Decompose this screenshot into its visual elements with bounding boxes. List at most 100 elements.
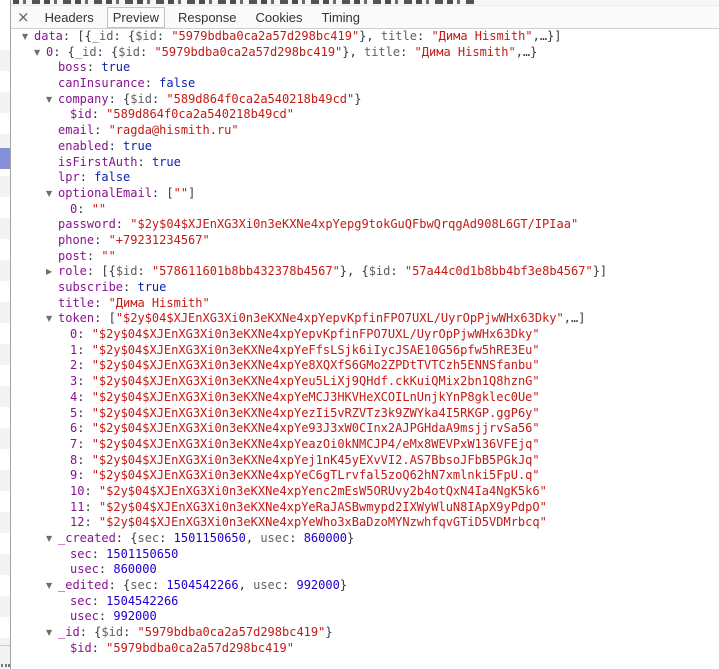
expand-arrow-down-icon[interactable]: ▼ (46, 311, 58, 327)
tree-row[interactable]: 3: "$2y$04$XJEnXG3Xi0n3eKXNe4xpYeu5LiXj9… (12, 374, 719, 390)
string-value: "$2y$04$XJEnXG3Xi0n3eKXNe4xpYej1nK45yEXv… (91, 452, 540, 467)
tree-row[interactable]: boss: true (12, 60, 719, 76)
string-value: "Дима Hismith" (108, 295, 210, 310)
tree-row[interactable]: 9: "$2y$04$XJEnXG3Xi0n3eKXNe4xpYeC6gTLrv… (12, 468, 719, 484)
summary-key: $id (130, 91, 152, 106)
tree-row[interactable]: ▼ token: ["$2y$04$XJEnXG3Xi0n3eKXNe4xpYep… (12, 311, 719, 327)
punctuation: : [ (151, 185, 174, 200)
tree-row[interactable]: 4: "$2y$04$XJEnXG3Xi0n3eKXNe4xpYeMCJ3HKV… (12, 390, 719, 406)
string-value: "ragda@hismith.ru" (108, 123, 239, 138)
tree-row[interactable]: ▼ _id: {$id: "5979bdba0ca2a57d298bc419"} (12, 625, 719, 641)
summary-key: _id (74, 44, 97, 59)
punctuation: ,…] (563, 311, 586, 326)
string-value: "$2y$04$XJEnXG3Xi0n3eKXNe4xpYeMCJ3HKVHeX… (91, 389, 540, 404)
punctuation: : (98, 609, 114, 624)
expand-arrow-down-icon[interactable]: ▼ (46, 625, 58, 641)
tree-row[interactable]: 6: "$2y$04$XJEnXG3Xi0n3eKXNe4xpYe93J3xW0… (12, 421, 719, 437)
request-list-edge (0, 0, 11, 669)
json-tree: ▼ data: [{_id: {$id: "5979bdba0ca2a57d298… (12, 29, 719, 657)
expand-arrow-down-icon[interactable]: ▼ (46, 186, 58, 202)
expand-arrow-down-icon[interactable]: ▼ (46, 578, 58, 594)
tree-row[interactable]: isFirstAuth: true (12, 155, 719, 171)
punctuation: : (416, 29, 432, 43)
expand-arrow-down-icon[interactable]: ▼ (46, 531, 58, 547)
punctuation: : (137, 154, 152, 169)
punctuation: : (139, 44, 155, 59)
json-key: 12 (70, 515, 85, 530)
tree-row[interactable]: 7: "$2y$04$XJEnXG3Xi0n3eKXNe4xpYeazOi0kN… (12, 437, 719, 453)
tree-row[interactable]: 8: "$2y$04$XJEnXG3Xi0n3eKXNe4xpYej1nK45y… (12, 453, 719, 469)
number-value: 1501150650 (173, 531, 246, 545)
tab-cookies[interactable]: Cookies (250, 7, 309, 28)
tree-row[interactable]: enabled: true (12, 139, 719, 155)
expand-arrow-down-icon[interactable]: ▼ (46, 92, 58, 108)
tree-row[interactable]: subscribe: true (12, 280, 719, 296)
tree-row[interactable]: 1: "$2y$04$XJEnXG3Xi0n3eKXNe4xpYeFfsLSjk… (12, 343, 719, 359)
string-value: "$2y$04$XJEnXG3Xi0n3eKXNe4xpYepg9tokGuQF… (130, 217, 579, 232)
selected-request-row[interactable] (0, 148, 10, 169)
tab-timing[interactable]: Timing (315, 7, 366, 28)
punctuation: : (84, 515, 99, 530)
json-key: $id (70, 640, 92, 655)
tree-row[interactable]: sec: 1501150650 (12, 547, 719, 563)
tree-row[interactable]: 0: "$2y$04$XJEnXG3Xi0n3eKXNe4xpYepvKpfin… (12, 327, 719, 343)
tree-row[interactable]: 0: "" (12, 202, 719, 218)
punctuation: : (137, 264, 152, 279)
tree-row[interactable]: 10: "$2y$04$XJEnXG3Xi0n3eKXNe4xpYenc2mEs… (12, 484, 719, 500)
tree-row[interactable]: $id: "5979bdba0ca2a57d298bc419" (12, 641, 719, 657)
boolean-value: true (137, 280, 167, 294)
tree-row[interactable]: ▼ _edited: {sec: 1504542266, usec: 992000… (12, 578, 719, 594)
string-value: "$2y$04$XJEnXG3Xi0n3eKXNe4xpYezIi5vRZVTz… (91, 405, 540, 420)
tree-row[interactable]: $id: "589d864f0ca2a540218b49cd" (12, 107, 719, 123)
summary-key: sec (137, 531, 160, 545)
string-value: "" (101, 248, 116, 263)
tree-row[interactable]: sec: 1504542266 (12, 594, 719, 610)
expand-arrow-right-icon[interactable]: ▶ (46, 264, 58, 280)
json-key: 11 (70, 499, 85, 514)
tree-row[interactable]: title: "Дима Hismith" (12, 296, 719, 312)
expand-arrow-down-icon[interactable]: ▼ (34, 45, 46, 61)
tree-row[interactable]: ▼ 0: {_id: {$id: "5979bdba0ca2a57d298bc41… (12, 45, 719, 61)
json-key: company (58, 91, 109, 106)
tree-row[interactable]: usec: 992000 (12, 609, 719, 625)
tree-row[interactable]: ▶ role: [{$id: "578611601b8bb432378b4567"… (12, 264, 719, 280)
punctuation: : (151, 91, 167, 106)
string-value: "$2y$04$XJEnXG3Xi0n3eKXNe4xpYepvKpfinFPO… (91, 327, 540, 342)
punctuation: ,…} (515, 44, 538, 59)
tree-row[interactable]: 2: "$2y$04$XJEnXG3Xi0n3eKXNe4xpYe8XQXfS6… (12, 358, 719, 374)
string-value: "$2y$04$XJEnXG3Xi0n3eKXNe4xpYe93J3xW0CIn… (91, 421, 540, 436)
tree-row[interactable]: 11: "$2y$04$XJEnXG3Xi0n3eKXNe4xpYeRaJASB… (12, 500, 719, 516)
preview-panel: ▼ data: [{_id: {$id: "5979bdba0ca2a57d298… (12, 29, 719, 669)
tab-headers[interactable]: Headers (39, 7, 100, 28)
clipped-text-fragment (13, 0, 475, 4)
tree-row[interactable]: 12: "$2y$04$XJEnXG3Xi0n3eKXNe4xpYeWho3xB… (12, 515, 719, 531)
json-key: data (34, 29, 63, 43)
tree-row[interactable]: ▼ _created: {sec: 1501150650, usec: 86000… (12, 531, 719, 547)
tab-preview[interactable]: Preview (106, 6, 165, 28)
tree-row[interactable]: usec: 860000 (12, 562, 719, 578)
expand-arrow-down-icon[interactable]: ▼ (22, 29, 34, 45)
tree-row[interactable]: email: "ragda@hismith.ru" (12, 123, 719, 139)
punctuation: : (151, 578, 167, 593)
tree-row[interactable]: ▼ optionalEmail: [""] (12, 186, 719, 202)
string-value: "" (173, 185, 189, 200)
json-key: isFirstAuth (58, 154, 138, 169)
number-value: 1501150650 (106, 546, 179, 561)
tree-row[interactable]: password: "$2y$04$XJEnXG3Xi0n3eKXNe4xpYe… (12, 217, 719, 233)
tab-response[interactable]: Response (172, 7, 243, 28)
json-key: title (58, 295, 95, 310)
string-value: "589d864f0ca2a540218b49cd" (166, 91, 355, 106)
tree-row[interactable]: 5: "$2y$04$XJEnXG3Xi0n3eKXNe4xpYezIi5vRZ… (12, 406, 719, 422)
request-list-rows[interactable] (0, 29, 10, 645)
close-icon[interactable]: × (17, 9, 30, 25)
tree-row[interactable]: phone: "+79231234567" (12, 233, 719, 249)
tree-row[interactable]: ▼ company: {$id: "589d864f0ca2a540218b49c… (12, 92, 719, 108)
json-key: enabled (58, 138, 109, 153)
string-value: "589d864f0ca2a540218b49cd" (106, 107, 294, 122)
punctuation: : (77, 468, 92, 483)
tree-row[interactable]: canInsurance: false (12, 76, 719, 92)
tree-row[interactable]: post: "" (12, 249, 719, 265)
tree-row[interactable]: lpr: false (12, 170, 719, 186)
tree-row[interactable]: ▼ data: [{_id: {$id: "5979bdba0ca2a57d298… (12, 29, 719, 45)
punctuation: : (77, 452, 92, 467)
